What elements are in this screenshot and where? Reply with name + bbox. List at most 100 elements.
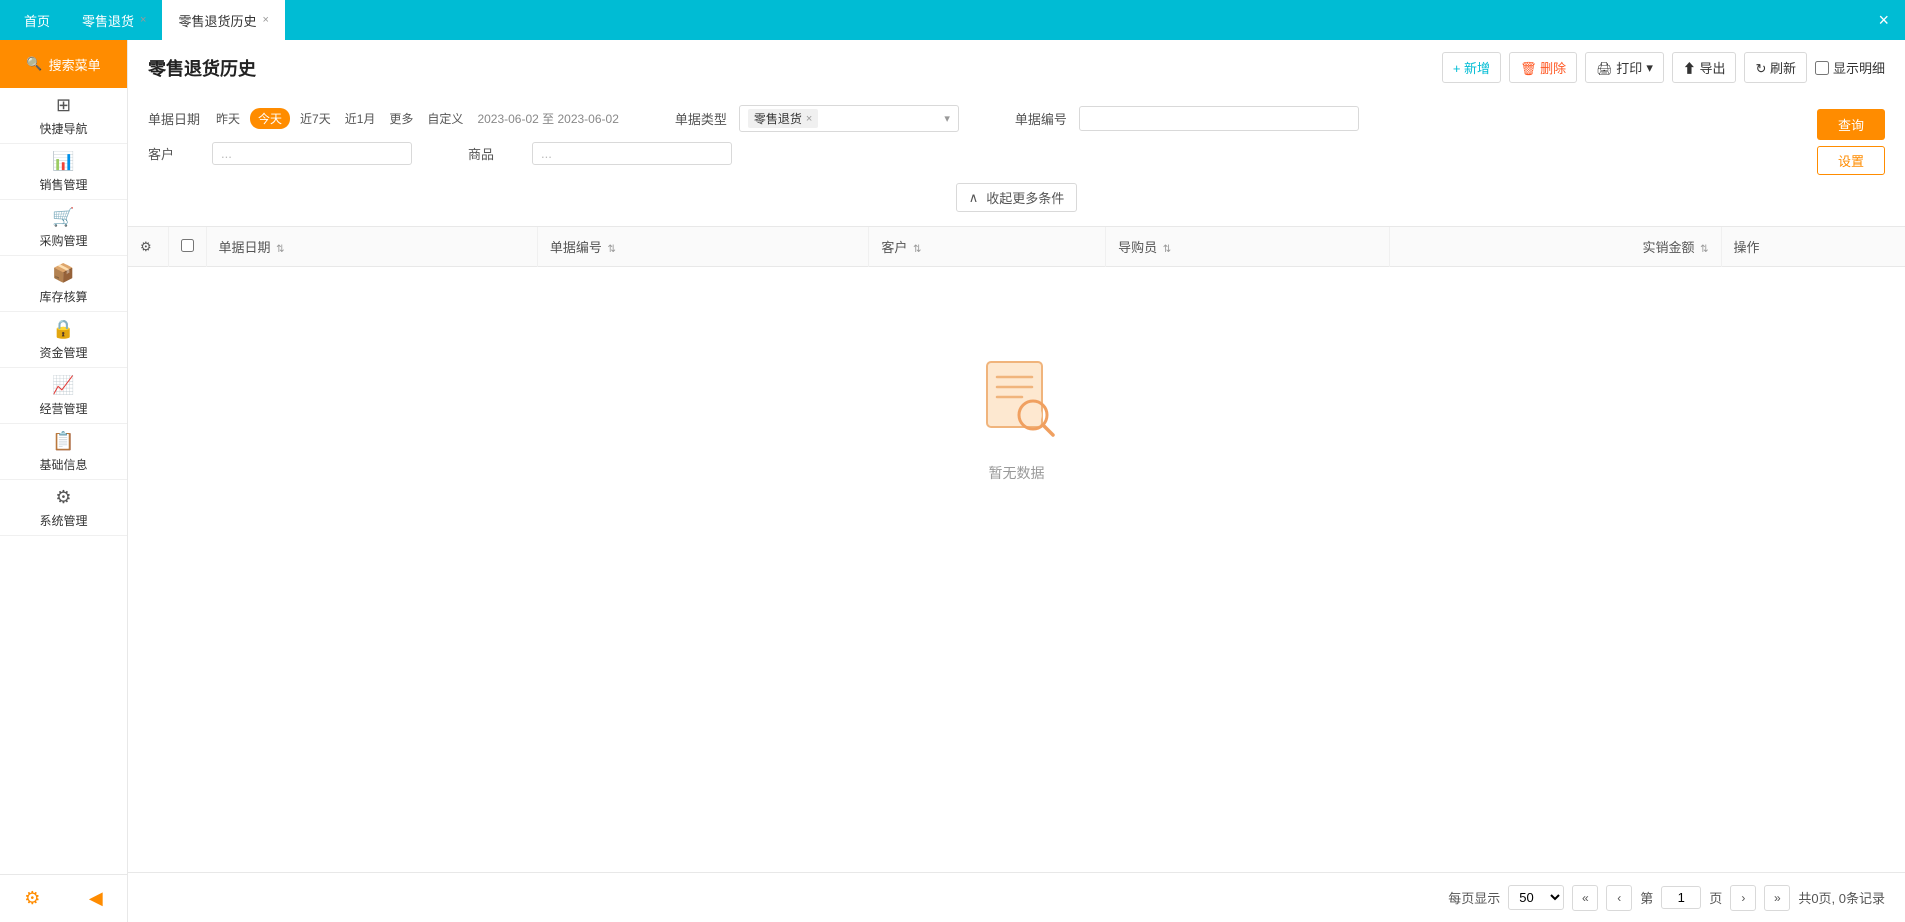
empty-text: 暂无数据 [989,463,1045,483]
query-button[interactable]: 查询 [1817,109,1885,140]
window-close-button[interactable]: × [1870,10,1897,31]
date-btn-today[interactable]: 今天 [250,108,290,129]
doc-no-filter-group: 单据编号 [1015,106,1359,131]
th-amount-label: 实销金额 [1643,240,1695,255]
prev-page-button[interactable]: ‹ [1606,885,1632,911]
collapse-icon: ∧ [969,190,979,206]
search-menu-button[interactable]: 🔍 搜索菜单 [0,40,127,88]
toolbar: + 新增 🗑 删除 🖨 打印 ▾ ⬆ 导出 ↻ 刷新 显示明细 [1442,52,1885,83]
doc-type-tag-close[interactable]: × [806,113,812,125]
last-page-button[interactable]: » [1764,885,1790,911]
th-amount[interactable]: 实销金额 ⇅ [1390,227,1721,267]
sort-doc-date-icon: ⇅ [276,244,284,255]
sidebar-nav: ⊞ 快捷导航 📊 销售管理 🛒 采购管理 📦 库存核算 🔒 资金管理 📈 经营管… [0,88,127,874]
purchase-label: 采购管理 [39,232,87,249]
goods-select[interactable]: ... [532,142,732,165]
table-body: 暂无数据 [128,267,1905,564]
th-doc-no-label: 单据编号 [550,240,602,255]
show-detail-checkbox[interactable] [1815,61,1829,75]
print-button-label: 🖨 打印 [1596,58,1642,77]
sidebar-item-sales-mgmt[interactable]: 📊 销售管理 [0,144,127,200]
sidebar-item-inventory[interactable]: 📦 库存核算 [0,256,127,312]
th-checkbox[interactable] [168,227,206,267]
date-btn-more[interactable]: 更多 [385,108,417,129]
purchase-icon: 🛒 [52,207,74,228]
system-label: 系统管理 [39,512,87,529]
th-doc-date[interactable]: 单据日期 ⇅ [206,227,537,267]
inventory-icon: 📦 [52,263,74,284]
page-input[interactable] [1661,886,1701,909]
collapse-button[interactable]: ∧ 收起更多条件 [956,183,1078,212]
sidebar-item-finance-mgmt[interactable]: 🔒 资金管理 [0,312,127,368]
page-header: 零售退货历史 + 新增 🗑 删除 🖨 打印 ▾ ⬆ 导出 ↻ 刷新 [128,40,1905,227]
settings-button[interactable]: 设置 [1817,146,1885,175]
date-btn-custom[interactable]: 自定义 [423,108,467,129]
customer-select[interactable]: ... [212,142,412,165]
sidebar-item-quick-nav[interactable]: ⊞ 快捷导航 [0,88,127,144]
doc-no-input[interactable] [1079,106,1359,131]
tab-retail-return-history[interactable]: 零售退货历史 × [162,0,284,40]
refresh-button[interactable]: ↻ 刷新 [1744,52,1807,83]
page-title-row: 零售退货历史 + 新增 🗑 删除 🖨 打印 ▾ ⬆ 导出 ↻ 刷新 [148,52,1885,83]
quick-nav-label: 快捷导航 [39,120,87,137]
date-btn-yesterday[interactable]: 昨天 [212,108,244,129]
basic-info-label: 基础信息 [39,456,87,473]
table-header: ⚙ 单据日期 ⇅ 单据编号 ⇅ 客户 ⇅ [128,227,1905,267]
th-settings[interactable]: ⚙ [128,227,168,267]
sidebar-item-purchase-mgmt[interactable]: 🛒 采购管理 [0,200,127,256]
th-customer[interactable]: 客户 ⇅ [869,227,1106,267]
business-label: 经营管理 [39,400,87,417]
sidebar-item-business-mgmt[interactable]: 📈 经营管理 [0,368,127,424]
settings-bottom-icon[interactable]: ⚙ [24,888,40,909]
customer-filter-group: 客户 ... [148,142,412,165]
new-button[interactable]: + 新增 [1442,52,1501,83]
th-action-label: 操作 [1734,240,1760,255]
date-btn-7days[interactable]: 近7天 [296,108,335,129]
tab-retail-return-history-label: 零售退货历史 [178,11,256,30]
customer-placeholder: ... [221,146,232,161]
export-button[interactable]: ⬆ 导出 [1672,52,1737,83]
sidebar-item-system-mgmt[interactable]: ⚙ 系统管理 [0,480,127,536]
sales-label: 销售管理 [39,176,87,193]
total-records-label: 共0页, 0条记录 [1798,888,1885,907]
print-button[interactable]: 🖨 打印 ▾ [1585,52,1664,83]
doc-type-select[interactable]: 零售退货 × ▾ [739,105,959,132]
doc-type-value: 零售退货 [754,110,802,127]
finance-label: 资金管理 [39,344,87,361]
date-filter-group: 单据日期 昨天 今天 近7天 近1月 更多 自定义 2023-06-02 至 2… [148,108,619,129]
select-all-checkbox[interactable] [181,239,194,252]
refresh-button-label: ↻ 刷新 [1755,58,1796,77]
tab-retail-return-close[interactable]: × [140,14,146,26]
th-doc-no[interactable]: 单据编号 ⇅ [537,227,868,267]
doc-type-tag: 零售退货 × [748,109,818,128]
query-button-label: 查询 [1838,118,1864,133]
sort-customer-icon: ⇅ [913,244,921,255]
export-button-label: ⬆ 导出 [1683,58,1726,77]
th-guide[interactable]: 导购员 ⇅ [1106,227,1390,267]
collapse-sidebar-icon[interactable]: ◀ [89,888,103,909]
page-size-select[interactable]: 50 10 20 100 [1508,885,1564,910]
sidebar-bottom: ⚙ ◀ [0,874,127,922]
first-page-button[interactable]: « [1572,885,1598,911]
gear-icon[interactable]: ⚙ [140,239,152,254]
last-page-icon: » [1774,891,1781,905]
sidebar-item-basic-info[interactable]: 📋 基础信息 [0,424,127,480]
th-action: 操作 [1721,227,1905,267]
empty-state-cell: 暂无数据 [128,267,1905,564]
system-icon: ⚙ [55,487,71,508]
basic-info-icon: 📋 [52,431,74,452]
date-btn-1month[interactable]: 近1月 [341,108,380,129]
next-page-button[interactable]: › [1730,885,1756,911]
tab-home[interactable]: 首页 [8,0,66,40]
finance-icon: 🔒 [52,319,74,340]
tab-retail-return[interactable]: 零售退货 × [66,0,162,40]
search-icon: 🔍 [26,56,42,72]
tab-retail-return-history-close[interactable]: × [262,14,268,26]
goods-filter-group: 商品 ... [468,142,732,165]
quick-nav-icon: ⊞ [56,95,71,116]
page-unit-label: 页 [1709,888,1722,907]
main-content: 零售退货历史 + 新增 🗑 删除 🖨 打印 ▾ ⬆ 导出 ↻ 刷新 [128,40,1905,922]
action-btns: 查询 设置 [1817,109,1885,175]
delete-button[interactable]: 🗑 删除 [1509,52,1577,83]
data-table: ⚙ 单据日期 ⇅ 单据编号 ⇅ 客户 ⇅ [128,227,1905,563]
